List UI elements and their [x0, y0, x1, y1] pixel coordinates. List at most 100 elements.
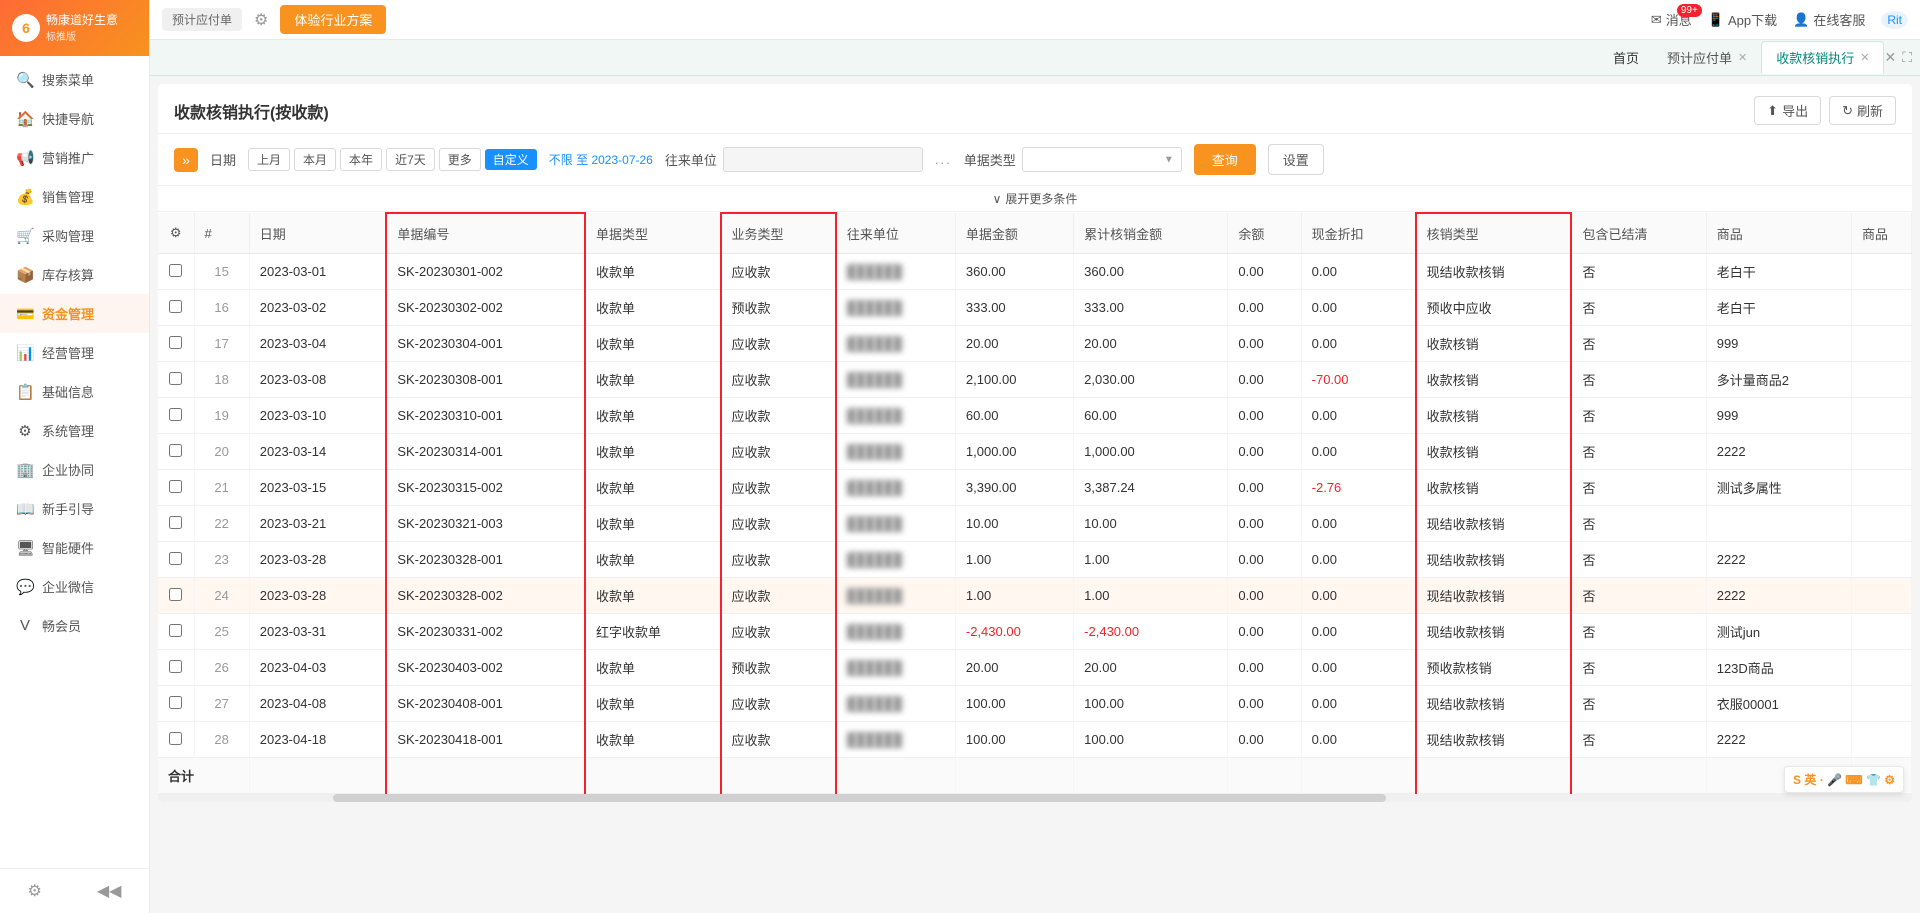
tab-receipt-exec[interactable]: 收款核销执行✕ [1761, 41, 1884, 74]
bill-no-link[interactable]: SK-20230304-001 [397, 336, 503, 351]
th-bill-type[interactable]: 单据类型 [585, 213, 721, 254]
td-checkbox[interactable] [158, 650, 194, 686]
tab-expand-btn[interactable]: ⛶ [1902, 49, 1912, 66]
tab-close-prepay[interactable]: ✕ [1738, 51, 1747, 64]
sidebar-item-corp[interactable]: 🏢企业协同 [0, 450, 149, 489]
td-checkbox[interactable] [158, 722, 194, 758]
sidebar-item-system[interactable]: ⚙系统管理 [0, 411, 149, 450]
td-checkbox[interactable] [158, 362, 194, 398]
td-checkbox[interactable] [158, 578, 194, 614]
bill-type-select[interactable]: 收款单 红字收款单 [1022, 147, 1182, 172]
collapse-btn[interactable]: ◀◀ [89, 877, 130, 905]
sidebar-item-purchase[interactable]: 🛒采购管理 [0, 216, 149, 255]
td-date: 2023-03-15 [249, 470, 386, 506]
bill-no-link[interactable]: SK-20230321-003 [397, 516, 503, 531]
th-cancel-type[interactable]: 核销类型 [1416, 213, 1572, 254]
td-bill-type: 收款单 [585, 506, 721, 542]
th-cash-discount[interactable]: 现金折扣 [1301, 213, 1416, 254]
sidebar-item-search[interactable]: 🔍搜索菜单 [0, 60, 149, 99]
th-product2[interactable]: 商品 [1852, 213, 1912, 254]
td-product2 [1852, 362, 1912, 398]
bill-no-link[interactable]: SK-20230328-001 [397, 552, 503, 567]
td-checkbox[interactable] [158, 614, 194, 650]
bill-no-link[interactable]: SK-20230408-001 [397, 696, 503, 711]
sidebar-item-basic[interactable]: 📋基础信息 [0, 372, 149, 411]
bill-no-link[interactable]: SK-20230418-001 [397, 732, 503, 747]
table-row: 15 2023-03-01 SK-20230301-002 收款单 应收款 ██… [158, 254, 1912, 290]
td-biz-type: 应收款 [721, 578, 836, 614]
sidebar-item-marketing[interactable]: 📢营销推广 [0, 138, 149, 177]
topbar-actions: ✉ 消息 99+ 📱 App下载 👤 在线客服 Rit [1651, 10, 1908, 29]
scrollbar-track[interactable] [158, 794, 1912, 802]
sidebar-item-operations[interactable]: 📊经营管理 [0, 333, 149, 372]
settings-bottom-btn[interactable]: ⚙ [20, 877, 50, 905]
tab-close-all-btn[interactable]: ✕ [1884, 49, 1896, 66]
bill-no-link[interactable]: SK-20230310-001 [397, 408, 503, 423]
bill-no-link[interactable]: SK-20230314-001 [397, 444, 503, 459]
this-year-btn[interactable]: 本年 [340, 148, 382, 171]
td-checkbox[interactable] [158, 434, 194, 470]
td-row-num: 25 [194, 614, 249, 650]
bill-no-link[interactable]: SK-20230315-002 [397, 480, 503, 495]
td-checkbox[interactable] [158, 542, 194, 578]
bill-no-link[interactable]: SK-20230328-002 [397, 588, 503, 603]
th-gear[interactable]: ⚙ [158, 213, 194, 254]
tab-home[interactable]: 首页 [1599, 42, 1653, 73]
td-cum-cancel: -2,430.00 [1074, 614, 1228, 650]
th-amount[interactable]: 单据金额 [955, 213, 1073, 254]
th-bill-no[interactable]: 单据编号 [386, 213, 585, 254]
td-checkbox[interactable] [158, 686, 194, 722]
td-checkbox[interactable] [158, 470, 194, 506]
td-checkbox[interactable] [158, 290, 194, 326]
th-partner[interactable]: 往来单位 [836, 213, 956, 254]
bill-no-link[interactable]: SK-20230331-002 [397, 624, 503, 639]
bill-no-link[interactable]: SK-20230403-002 [397, 660, 503, 675]
td-checkbox[interactable] [158, 254, 194, 290]
more-date-btn[interactable]: 更多 [439, 148, 481, 171]
td-partner: ██████ [836, 722, 956, 758]
refresh-button[interactable]: ↻ 刷新 [1829, 96, 1896, 125]
messages-btn[interactable]: ✉ 消息 99+ [1651, 10, 1692, 29]
th-product[interactable]: 商品 [1706, 213, 1851, 254]
td-partner: ██████ [836, 506, 956, 542]
th-date[interactable]: 日期 [249, 213, 386, 254]
last-month-btn[interactable]: 上月 [248, 148, 290, 171]
app-download-btn[interactable]: 📱 App下载 [1708, 10, 1777, 29]
user-avatar[interactable]: Rit [1881, 11, 1908, 29]
scrollbar-thumb[interactable] [333, 794, 1385, 802]
sidebar-item-inventory[interactable]: 📦库存核算 [0, 255, 149, 294]
export-button[interactable]: ⬆ 导出 [1754, 96, 1821, 125]
sidebar-item-hardware[interactable]: 🖥智能硬件 [0, 528, 149, 567]
sidebar-item-finance[interactable]: 💳资金管理 [0, 294, 149, 333]
sidebar-item-quick-nav[interactable]: 🏠快捷导航 [0, 99, 149, 138]
custom-date-btn[interactable]: 自定义 [485, 149, 537, 170]
td-amount: -2,430.00 [955, 614, 1073, 650]
th-include-settled[interactable]: 包含已结清 [1571, 213, 1706, 254]
solution-button[interactable]: 体验行业方案 [280, 5, 386, 34]
sidebar-item-sales[interactable]: 💰销售管理 [0, 177, 149, 216]
td-checkbox[interactable] [158, 326, 194, 362]
sidebar-item-guide[interactable]: 📖新手引导 [0, 489, 149, 528]
bill-no-link[interactable]: SK-20230301-002 [397, 264, 503, 279]
th-cum-cancel[interactable]: 累计核销金额 [1074, 213, 1228, 254]
filter-toggle-btn[interactable]: » [174, 148, 198, 172]
last-7-days-btn[interactable]: 近7天 [386, 148, 435, 171]
sidebar-item-member[interactable]: V畅会员 [0, 606, 149, 645]
th-biz-type[interactable]: 业务类型 [721, 213, 836, 254]
gear-icon[interactable]: ⚙ [254, 10, 268, 30]
th-balance[interactable]: 余额 [1228, 213, 1301, 254]
partner-input[interactable] [723, 147, 923, 172]
sidebar-item-wechat[interactable]: 💬企业微信 [0, 567, 149, 606]
bill-no-link[interactable]: SK-20230308-001 [397, 372, 503, 387]
query-button[interactable]: 查询 [1194, 144, 1256, 175]
td-checkbox[interactable] [158, 506, 194, 542]
online-service-btn[interactable]: 👤 在线客服 [1793, 10, 1865, 29]
settings-button[interactable]: 设置 [1268, 144, 1324, 175]
tab-close-receipt-exec[interactable]: ✕ [1860, 51, 1869, 64]
this-month-btn[interactable]: 本月 [294, 148, 336, 171]
tab-prepay[interactable]: 预计应付单✕ [1653, 42, 1761, 73]
expand-more-btn[interactable]: ∨ 展开更多条件 [993, 190, 1078, 207]
bill-no-link[interactable]: SK-20230302-002 [397, 300, 503, 315]
td-cancel-type: 现结收款核销 [1416, 722, 1572, 758]
td-checkbox[interactable] [158, 398, 194, 434]
